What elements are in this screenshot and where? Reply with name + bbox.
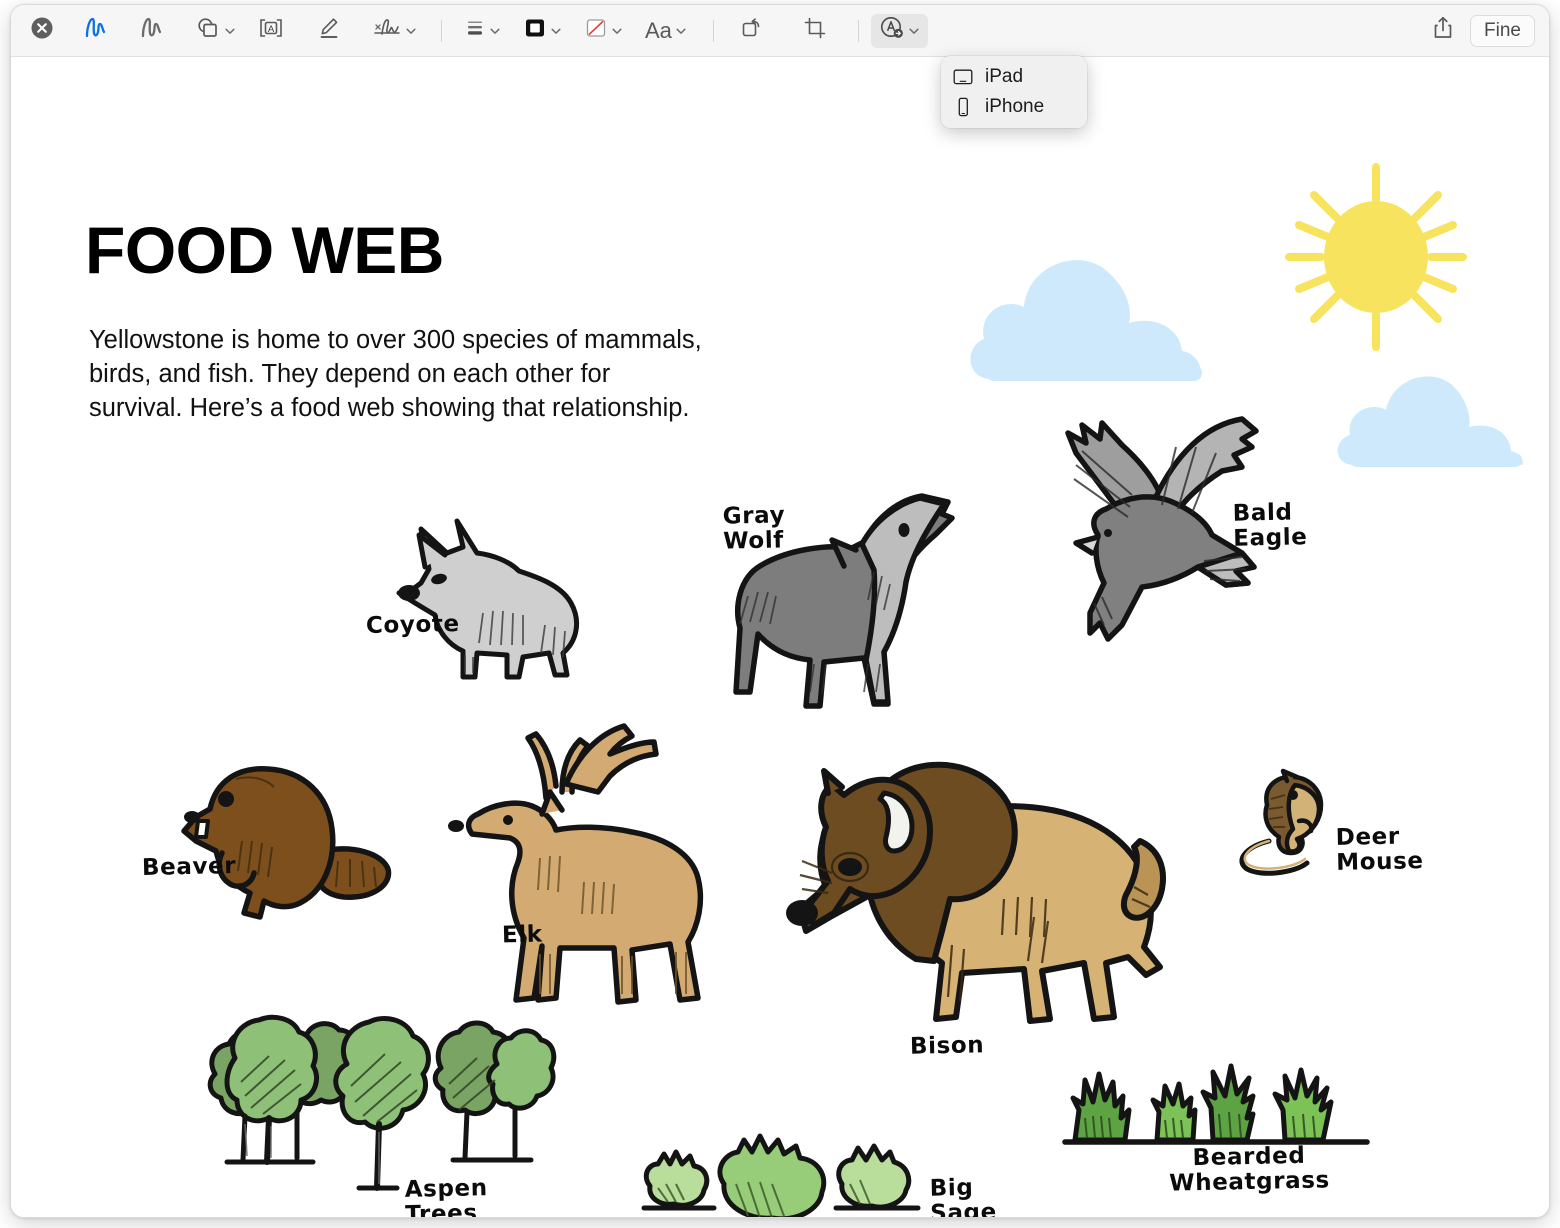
annotate-device-icon	[879, 15, 905, 46]
crop-icon	[803, 16, 827, 45]
highlight-tool-button[interactable]	[310, 14, 348, 48]
rotate-icon	[739, 16, 763, 45]
close-button[interactable]	[23, 14, 61, 48]
signature-icon	[372, 16, 402, 45]
chevron-down-icon[interactable]	[675, 25, 687, 37]
close-circle-icon	[30, 16, 54, 45]
pencil-underline-icon	[317, 16, 341, 45]
label-coyote: Coyote	[365, 611, 460, 639]
beaver-illustration	[176, 757, 401, 927]
page-body-text: Yellowstone is home to over 300 species …	[89, 326, 702, 422]
share-icon	[1431, 15, 1455, 46]
toolbar-divider	[441, 19, 442, 42]
shapes-tool-button[interactable]	[191, 14, 240, 48]
fine-button[interactable]: Fine	[1470, 14, 1535, 47]
cloud-illustration-large	[956, 227, 1246, 387]
signature-tool-button[interactable]	[368, 14, 421, 48]
device-dropdown-menu: iPad iPhone	[941, 56, 1087, 128]
menu-item-ipad[interactable]: iPad	[941, 62, 1087, 92]
chevron-down-icon[interactable]	[908, 25, 920, 37]
menu-item-ipad-label: iPad	[985, 66, 1024, 87]
iphone-icon	[953, 97, 973, 117]
rotate-button[interactable]	[732, 14, 770, 48]
chevron-down-icon[interactable]	[489, 25, 501, 37]
squiggle-gray-icon	[138, 15, 166, 46]
coyote-illustration	[391, 507, 601, 697]
ipad-icon	[953, 69, 973, 86]
label-bearded-wheatgrass: Bearded Wheatgrass	[1168, 1142, 1331, 1197]
text-box-icon: A	[258, 17, 284, 44]
menu-item-iphone[interactable]: iPhone	[941, 92, 1087, 122]
big-sage-illustration	[636, 1122, 936, 1217]
text-box-tool-button[interactable]: A	[252, 14, 290, 48]
label-gray-wolf: Gray Wolf	[722, 502, 786, 555]
label-bison: Bison	[909, 1032, 985, 1060]
page-title: FOOD WEB	[85, 213, 444, 287]
label-deer-mouse: Deer Mouse	[1335, 823, 1424, 876]
crop-button[interactable]	[796, 14, 834, 48]
label-aspen-trees: Aspen Trees	[404, 1175, 488, 1217]
chevron-down-icon[interactable]	[550, 25, 562, 37]
label-beaver: Beaver	[141, 853, 237, 881]
fill-color-icon	[584, 16, 608, 45]
annotate-device-button[interactable]	[870, 13, 928, 48]
border-color-icon	[523, 16, 547, 45]
chevron-down-icon[interactable]	[405, 25, 417, 37]
app-window: A Aa Fine iPad iPhone FOOD WEB Yellowsto…	[10, 4, 1550, 1218]
sun-illustration	[1271, 157, 1481, 357]
sketch-tool-button[interactable]	[77, 14, 115, 48]
line-weight-icon	[464, 17, 486, 44]
label-elk: Elk	[501, 921, 543, 949]
label-big-sage: Big Sage	[929, 1174, 998, 1217]
fill-color-button[interactable]	[580, 14, 627, 48]
document-canvas[interactable]: FOOD WEB Yellowstone is home to over 300…	[11, 57, 1549, 1217]
shapes-icon	[195, 16, 221, 45]
bison-illustration	[766, 749, 1186, 1029]
elk-illustration	[436, 722, 726, 1017]
squiggle-blue-icon	[82, 15, 110, 46]
toolbar-divider	[857, 19, 859, 42]
text-style-label: Aa	[645, 17, 672, 43]
label-bald-eagle: Bald Eagle	[1232, 499, 1308, 552]
shape-style-button[interactable]	[460, 14, 505, 48]
share-button[interactable]	[1424, 14, 1462, 48]
toolbar: A Aa Fine	[11, 5, 1549, 57]
toolbar-divider	[712, 19, 714, 42]
bald-eagle-illustration	[1046, 416, 1261, 647]
draw-tool-button[interactable]	[133, 14, 171, 48]
aspen-trees-illustration	[201, 1012, 561, 1192]
svg-text:A: A	[268, 24, 275, 35]
cloud-illustration-small	[1326, 357, 1531, 472]
border-color-button[interactable]	[519, 14, 566, 48]
chevron-down-icon[interactable]	[611, 25, 623, 37]
chevron-down-icon[interactable]	[224, 25, 236, 37]
menu-item-iphone-label: iPhone	[985, 96, 1045, 117]
text-style-button[interactable]: Aa	[641, 14, 691, 48]
